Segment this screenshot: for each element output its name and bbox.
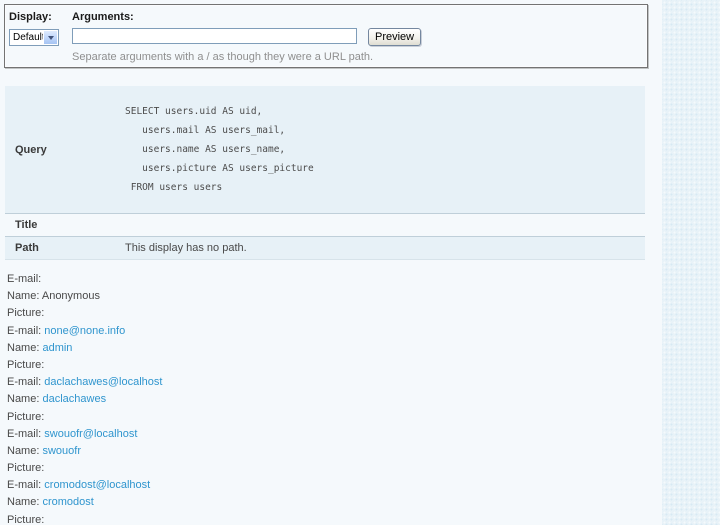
arguments-column: Arguments: Preview Separate arguments wi… xyxy=(72,11,639,67)
info-table-row-query: Query SELECT users.uid AS uid, users.mail… xyxy=(5,86,645,214)
preview-results-list: E-mail: Name: Anonymous Picture: E-mail: … xyxy=(7,271,655,525)
email-link[interactable]: cromodost@localhost xyxy=(44,479,150,491)
info-table-row-title: Title xyxy=(5,213,645,237)
picture-label: Picture: xyxy=(7,358,45,371)
result-field-email: E-mail: swouofr@localhost xyxy=(7,426,655,443)
info-row-label: Title xyxy=(15,219,38,231)
result-field-picture: Picture: xyxy=(7,409,655,426)
name-label: Name: xyxy=(7,290,42,303)
arguments-label: Arguments: xyxy=(72,11,134,23)
name-label: Name: xyxy=(7,444,43,457)
arguments-input[interactable] xyxy=(72,28,357,44)
view-info-table: Query SELECT users.uid AS uid, users.mail… xyxy=(5,86,645,260)
preview-controls-fieldset: Display: Defaults Arguments: Preview Sep… xyxy=(4,4,648,68)
page-background-texture xyxy=(662,0,720,525)
email-link[interactable]: swouofr@localhost xyxy=(44,428,137,440)
query-sql: SELECT users.uid AS uid, users.mail AS u… xyxy=(125,106,314,193)
info-row-value: SELECT users.uid AS uid, users.mail AS u… xyxy=(125,86,645,214)
result-field-name: Name: daclachawes xyxy=(7,391,655,408)
result-field-email: E-mail: cromodost@localhost xyxy=(7,477,655,494)
name-link[interactable]: daclachawes xyxy=(42,393,106,405)
name-label: Name: xyxy=(7,496,43,509)
name-label: Name: xyxy=(7,393,43,406)
email-label: E-mail: xyxy=(7,479,45,492)
email-label: E-mail: xyxy=(7,376,45,389)
result-field-name: Name: admin xyxy=(7,340,655,357)
result-field-email: E-mail: none@none.info xyxy=(7,323,655,340)
result-field-picture: Picture: xyxy=(7,305,655,322)
email-label: E-mail: xyxy=(7,273,42,285)
content-area: Display: Defaults Arguments: Preview Sep… xyxy=(0,0,662,525)
result-field-picture: Picture: xyxy=(7,512,655,525)
result-field-name: Name: Anonymous xyxy=(7,288,655,305)
email-label: E-mail: xyxy=(7,427,45,440)
email-label: E-mail: xyxy=(7,324,45,337)
email-link[interactable]: none@none.info xyxy=(44,325,125,337)
info-row-label: Path xyxy=(15,242,39,254)
email-link[interactable]: daclachawes@localhost xyxy=(44,376,162,388)
picture-label: Picture: xyxy=(7,307,45,320)
info-row-value xyxy=(125,214,645,237)
info-table-row-path: Path This display has no path. xyxy=(5,236,645,260)
picture-label: Picture: xyxy=(7,462,45,475)
name-value: Anonymous xyxy=(41,290,100,303)
arguments-description: Separate arguments with a / as though th… xyxy=(72,51,374,63)
result-field-email: E-mail: daclachawes@localhost xyxy=(7,374,655,391)
result-field-name: Name: swouofr xyxy=(7,443,655,460)
result-field-email: E-mail: xyxy=(7,271,655,288)
info-row-value: This display has no path. xyxy=(125,242,247,254)
result-field-picture: Picture: xyxy=(7,460,655,477)
display-select[interactable]: Defaults xyxy=(9,29,59,46)
picture-label: Picture: xyxy=(7,513,45,525)
name-link[interactable]: admin xyxy=(42,342,72,354)
display-label: Display: xyxy=(9,11,52,23)
result-field-name: Name: cromodost xyxy=(7,494,655,511)
picture-label: Picture: xyxy=(7,410,45,423)
info-row-label: Query xyxy=(15,143,47,156)
display-column: Display: Defaults xyxy=(9,11,72,67)
arguments-row: Preview xyxy=(72,28,639,46)
name-link[interactable]: cromodost xyxy=(42,496,93,508)
views-preview-page: Display: Defaults Arguments: Preview Sep… xyxy=(0,0,720,525)
select-dropdown-button[interactable] xyxy=(43,30,58,45)
name-link[interactable]: swouofr xyxy=(42,445,81,457)
display-select-value: Defaults xyxy=(13,32,43,43)
name-label: Name: xyxy=(7,341,43,354)
result-field-picture: Picture: xyxy=(7,357,655,374)
chevron-down-icon xyxy=(47,35,54,40)
preview-button[interactable]: Preview xyxy=(368,28,422,46)
